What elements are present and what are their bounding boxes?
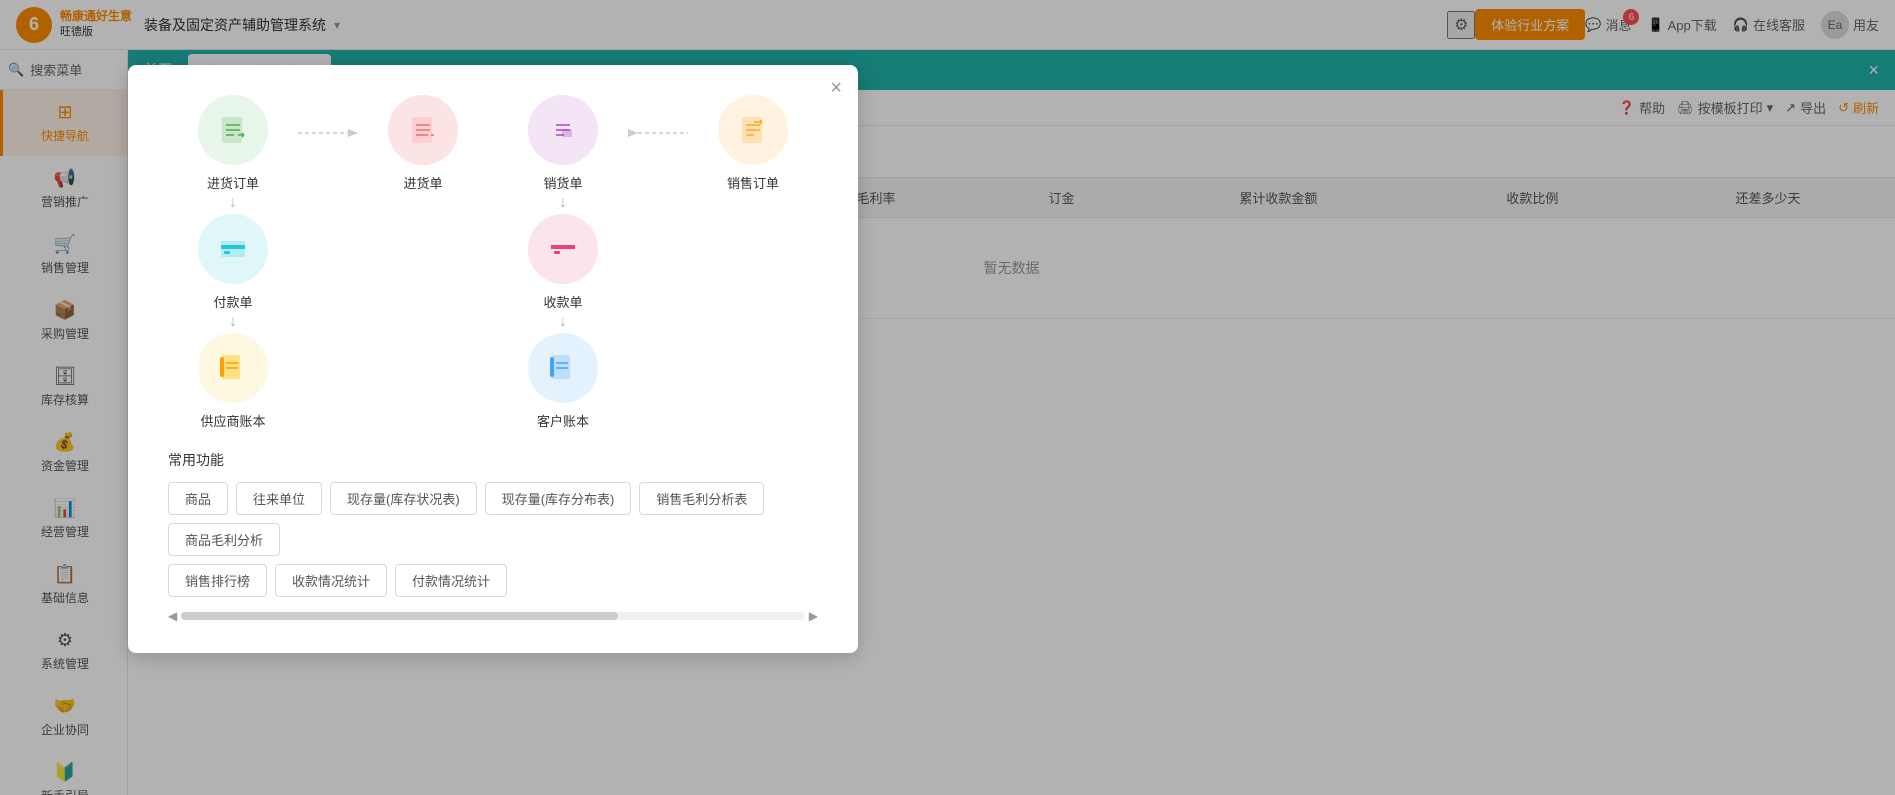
func-btn-products[interactable]: 商品 <box>168 482 228 515</box>
center-right-flow: 销货单 ↓ 收款单 ↓ <box>498 95 628 430</box>
func-btn-product-profit[interactable]: 商品毛利分析 <box>168 523 280 556</box>
arrow-down-3: ↓ <box>559 194 567 212</box>
payment-icon <box>198 214 268 284</box>
common-functions: 常用功能 商品 往来单位 现存量(库存状况表) 现存量(库存分布表) 销售毛利分… <box>168 450 818 597</box>
sales-order-label: 销售订单 <box>727 173 779 192</box>
payment-label: 付款单 <box>213 292 252 311</box>
arrow-down-4: ↓ <box>559 313 567 331</box>
sales-bill-icon <box>528 95 598 165</box>
flow-supplier-ledger[interactable]: 供应商账本 <box>168 333 298 430</box>
supplier-ledger-label: 供应商账本 <box>200 411 265 430</box>
left-flow: 进货订单 ↓ 付款单 ↓ <box>168 95 298 430</box>
arrow-right-2 <box>628 95 688 141</box>
scroll-right-icon[interactable]: ▶ <box>809 609 818 623</box>
quick-nav-popup: × 进货订单 ↓ <box>128 65 858 653</box>
func-btn-partners[interactable]: 往来单位 <box>236 482 322 515</box>
purchase-order-icon <box>198 95 268 165</box>
scrollbar-thumb[interactable] <box>181 612 617 620</box>
func-buttons-row1: 商品 往来单位 现存量(库存状况表) 现存量(库存分布表) 销售毛利分析表 商品… <box>168 482 818 556</box>
flow-sales-order[interactable]: 销售订单 <box>688 95 818 192</box>
right-flow: 销售订单 <box>688 95 818 192</box>
func-btn-payment-stats[interactable]: 付款情况统计 <box>395 564 507 597</box>
center-left-flow: 进货单 <box>358 95 488 192</box>
flow-customer-ledger[interactable]: 客户账本 <box>498 333 628 430</box>
func-btn-inventory-distribution[interactable]: 现存量(库存分布表) <box>485 482 632 515</box>
flow-payment[interactable]: 付款单 <box>168 214 298 311</box>
scroll-left-icon[interactable]: ◀ <box>168 609 177 623</box>
customer-ledger-icon <box>528 333 598 403</box>
receipt-icon <box>528 214 598 284</box>
flow-sales-bill[interactable]: 销货单 <box>498 95 628 192</box>
purchase-bill-label: 进货单 <box>403 173 442 192</box>
customer-ledger-label: 客户账本 <box>537 411 589 430</box>
func-btn-sales-ranking[interactable]: 销售排行榜 <box>168 564 267 597</box>
func-btn-receipt-stats[interactable]: 收款情况统计 <box>275 564 387 597</box>
flow-purchase-order[interactable]: 进货订单 <box>168 95 298 192</box>
flow-receipt[interactable]: 收款单 <box>498 214 628 311</box>
flow-purchase-bill[interactable]: 进货单 <box>358 95 488 192</box>
func-buttons-row2: 销售排行榜 收款情况统计 付款情况统计 <box>168 564 818 597</box>
receipt-label: 收款单 <box>543 292 582 311</box>
purchase-bill-icon <box>388 95 458 165</box>
sales-order-icon <box>718 95 788 165</box>
arrow-down-2: ↓ <box>229 313 237 331</box>
func-btn-inventory-status[interactable]: 现存量(库存状况表) <box>330 482 477 515</box>
arrow-down-1: ↓ <box>229 194 237 212</box>
common-functions-title: 常用功能 <box>168 450 818 470</box>
func-btn-sales-profit[interactable]: 销售毛利分析表 <box>639 482 764 515</box>
popup-scrollbar: ◀ ▶ <box>168 609 818 623</box>
arrow-right-1 <box>298 95 358 141</box>
sales-bill-label: 销货单 <box>543 173 582 192</box>
supplier-ledger-icon <box>198 333 268 403</box>
popup-close-btn[interactable]: × <box>830 77 842 100</box>
scrollbar-track[interactable] <box>181 612 805 620</box>
purchase-order-label: 进货订单 <box>207 173 259 192</box>
flow-chart: 进货订单 ↓ 付款单 ↓ <box>168 95 818 430</box>
